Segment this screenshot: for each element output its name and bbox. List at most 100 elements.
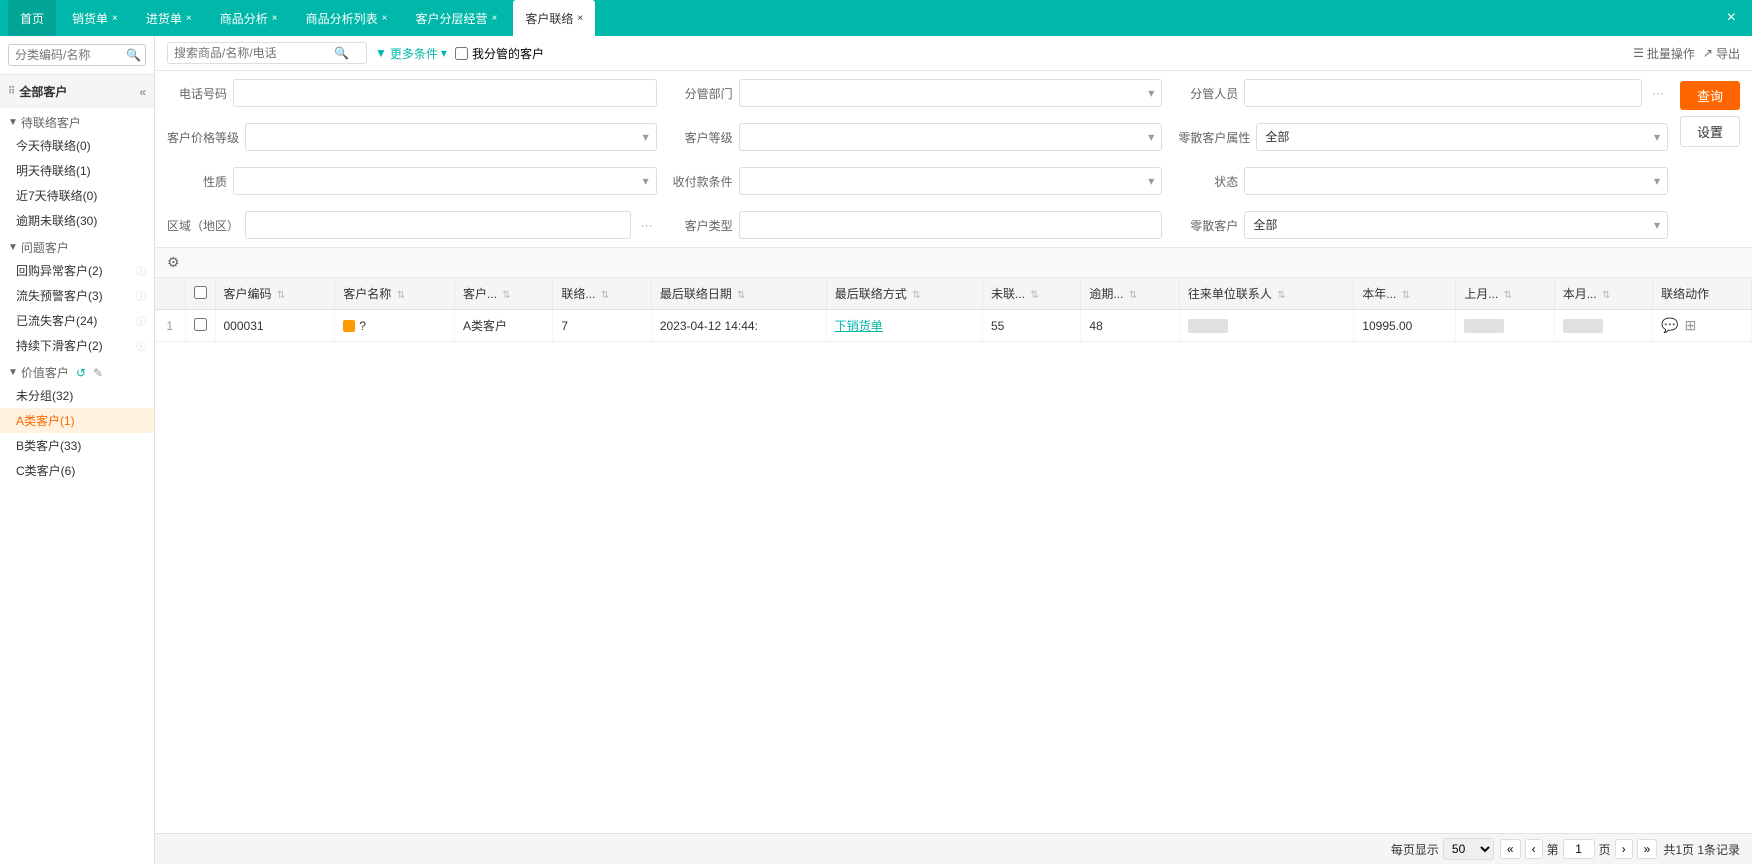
sidebar-item-declining[interactable]: 持续下滑客户(2) ⓘ — [0, 333, 154, 358]
nav-customer-contact-close[interactable]: × — [577, 13, 583, 24]
filter-payment-select[interactable] — [739, 167, 1163, 195]
table-gear-icon[interactable]: ⚙ — [167, 254, 180, 271]
sidebar-item-class-b[interactable]: B类客户(33) — [0, 433, 154, 458]
pending-section-label: 待联络客户 — [21, 114, 81, 131]
more-conditions-button[interactable]: ▼ 更多条件 ▾ — [375, 45, 447, 62]
filter-customer-level-select[interactable] — [739, 123, 1163, 151]
th-contact-count[interactable]: 联络... ⇅ — [553, 278, 651, 310]
first-page-button[interactable]: « — [1500, 839, 1521, 859]
nav-purchase-order[interactable]: 进货单 × — [134, 0, 204, 36]
nav-sales-label: 销货单 — [72, 10, 108, 27]
last-page-button[interactable]: » — [1637, 839, 1658, 859]
prev-page-button[interactable]: ‹ — [1525, 839, 1543, 859]
main-layout: 🔍 ⠿ 全部客户 « ▼ 待联络客户 今天待联络(0) 明天待联络(1) 近7天… — [0, 36, 1752, 864]
export-button[interactable]: ↗ 导出 — [1703, 45, 1740, 62]
row-checkbox[interactable] — [194, 318, 207, 331]
nav-customer-tier[interactable]: 客户分层经营 × — [403, 0, 509, 36]
nav-home[interactable]: 首页 — [8, 0, 56, 36]
nav-analysis-close[interactable]: × — [272, 13, 278, 24]
page-number-input[interactable] — [1563, 839, 1595, 859]
filter-manager-input[interactable] — [1244, 79, 1642, 107]
nav-product-analysis[interactable]: 商品分析 × — [208, 0, 290, 36]
filter-status-select[interactable] — [1244, 167, 1668, 195]
sidebar-item-churn-warning[interactable]: 流失预警客户(3) ⓘ — [0, 283, 154, 308]
th-customer-level[interactable]: 客户... ⇅ — [454, 278, 552, 310]
filter-nature-wrap: ▾ — [233, 167, 657, 195]
chat-action-icon[interactable]: 💬 — [1661, 317, 1678, 334]
filter-sparse-customer-select[interactable]: 全部 — [1244, 211, 1668, 239]
sidebar-item-class-a[interactable]: A类客户(1) — [0, 408, 154, 433]
table-header-row: 客户编码 ⇅ 客户名称 ⇅ 客户... ⇅ — [155, 278, 1752, 310]
next-page-button[interactable]: › — [1615, 839, 1633, 859]
sidebar-item-abnormal-repurchase[interactable]: 回购异常客户(2) ⓘ — [0, 258, 154, 283]
sidebar-search-area: 🔍 — [0, 36, 154, 75]
filter-department: 分管部门 ▾ — [673, 79, 1163, 107]
set-button[interactable]: 设置 — [1680, 116, 1740, 147]
manager-dots-icon[interactable]: ··· — [1648, 86, 1668, 100]
page-size-select[interactable]: 50 20 100 — [1443, 838, 1494, 860]
value-refresh-icon[interactable]: ↺ — [76, 366, 86, 380]
sidebar-item-churned[interactable]: 已流失客户(24) ⓘ — [0, 308, 154, 333]
page-navigation: « ‹ 第 页 › » — [1500, 839, 1657, 859]
my-customers-checkbox[interactable] — [455, 47, 468, 60]
sidebar-all-customers-header[interactable]: ⠿ 全部客户 « — [0, 75, 154, 108]
window-close-button[interactable]: × — [1719, 9, 1744, 27]
sidebar-item-overdue-pending[interactable]: 逾期未联络(30) — [0, 208, 154, 233]
tomorrow-pending-label: 明天待联络(1) — [16, 162, 91, 179]
filter-phone-input[interactable] — [233, 79, 657, 107]
th-last-contact-method[interactable]: 最后联络方式 ⇅ — [826, 278, 982, 310]
th-this-month[interactable]: 本月... ⇅ — [1554, 278, 1652, 310]
horizontal-scrollbar[interactable] — [155, 823, 1752, 833]
filter-payment-wrap: ▾ — [739, 167, 1163, 195]
nav-customer-tier-close[interactable]: × — [491, 13, 497, 24]
nav-analysis-list-close[interactable]: × — [382, 13, 388, 24]
table-scroll-area[interactable]: 客户编码 ⇅ 客户名称 ⇅ 客户... ⇅ — [155, 278, 1752, 823]
row-last-month — [1456, 310, 1554, 342]
query-button[interactable]: 查询 — [1680, 81, 1740, 110]
batch-op-button[interactable]: ☰ 批量操作 — [1633, 45, 1695, 62]
filter-region-input[interactable] — [245, 211, 631, 239]
select-all-checkbox[interactable] — [194, 286, 207, 299]
problem-arrow-icon: ▼ — [8, 242, 18, 253]
th-last-month[interactable]: 上月... ⇅ — [1456, 278, 1554, 310]
filter-sparse-attr-select[interactable]: 全部 — [1256, 123, 1668, 151]
row-overdue-days: 48 — [1081, 310, 1179, 342]
sidebar-header-label: 全部客户 — [19, 83, 67, 100]
sidebar-item-7days-pending[interactable]: 近7天待联络(0) — [0, 183, 154, 208]
nav-sales-order[interactable]: 销货单 × — [60, 0, 130, 36]
my-customers-filter: 我分管的客户 — [455, 45, 544, 62]
filter-manager-label: 分管人员 — [1178, 85, 1238, 102]
qr-action-icon[interactable]: ⊞ — [1685, 317, 1697, 334]
search-input[interactable] — [174, 46, 334, 60]
th-no-contact[interactable]: 未联... ⇅ — [982, 278, 1080, 310]
filter-payment: 收付款条件 ▾ — [673, 167, 1163, 195]
sidebar-item-ungrouped[interactable]: 未分组(32) — [0, 383, 154, 408]
th-customer-name[interactable]: 客户名称 ⇅ — [335, 278, 455, 310]
row-this-year: 10995.00 — [1354, 310, 1456, 342]
table-area: ⚙ 客户编码 ⇅ — [155, 248, 1752, 864]
th-overdue[interactable]: 逾期... ⇅ — [1081, 278, 1179, 310]
nav-product-analysis-list[interactable]: 商品分析列表 × — [294, 0, 400, 36]
sidebar-item-class-c[interactable]: C类客户(6) — [0, 458, 154, 483]
th-customer-code[interactable]: 客户编码 ⇅ — [215, 278, 335, 310]
last-contact-method-link[interactable]: 下销货单 — [835, 319, 883, 333]
filter-nature: 性质 ▾ — [167, 167, 657, 195]
value-edit-icon[interactable]: ✎ — [93, 366, 103, 380]
filter-department-select[interactable] — [739, 79, 1163, 107]
region-dots-icon[interactable]: ··· — [637, 218, 657, 232]
th-last-contact-date[interactable]: 最后联络日期 ⇅ — [651, 278, 826, 310]
filter-price-level-select[interactable] — [245, 123, 657, 151]
sidebar-item-today-pending[interactable]: 今天待联络(0) — [0, 133, 154, 158]
sidebar-item-tomorrow-pending[interactable]: 明天待联络(1) — [0, 158, 154, 183]
th-this-year[interactable]: 本年... ⇅ — [1354, 278, 1456, 310]
info-icon-1: ⓘ — [136, 263, 146, 278]
nav-purchase-close[interactable]: × — [186, 13, 192, 24]
nav-sales-close[interactable]: × — [112, 13, 118, 24]
sidebar-collapse-button[interactable]: « — [139, 85, 146, 99]
filter-nature-select[interactable] — [233, 167, 657, 195]
nav-home-label: 首页 — [20, 10, 44, 27]
nav-customer-contact[interactable]: 客户联络 × — [513, 0, 595, 36]
filter-customer-type-input[interactable] — [739, 211, 1163, 239]
th-company-contact[interactable]: 往来单位联系人 ⇅ — [1179, 278, 1353, 310]
overdue-pending-label: 逾期未联络(30) — [16, 212, 97, 229]
